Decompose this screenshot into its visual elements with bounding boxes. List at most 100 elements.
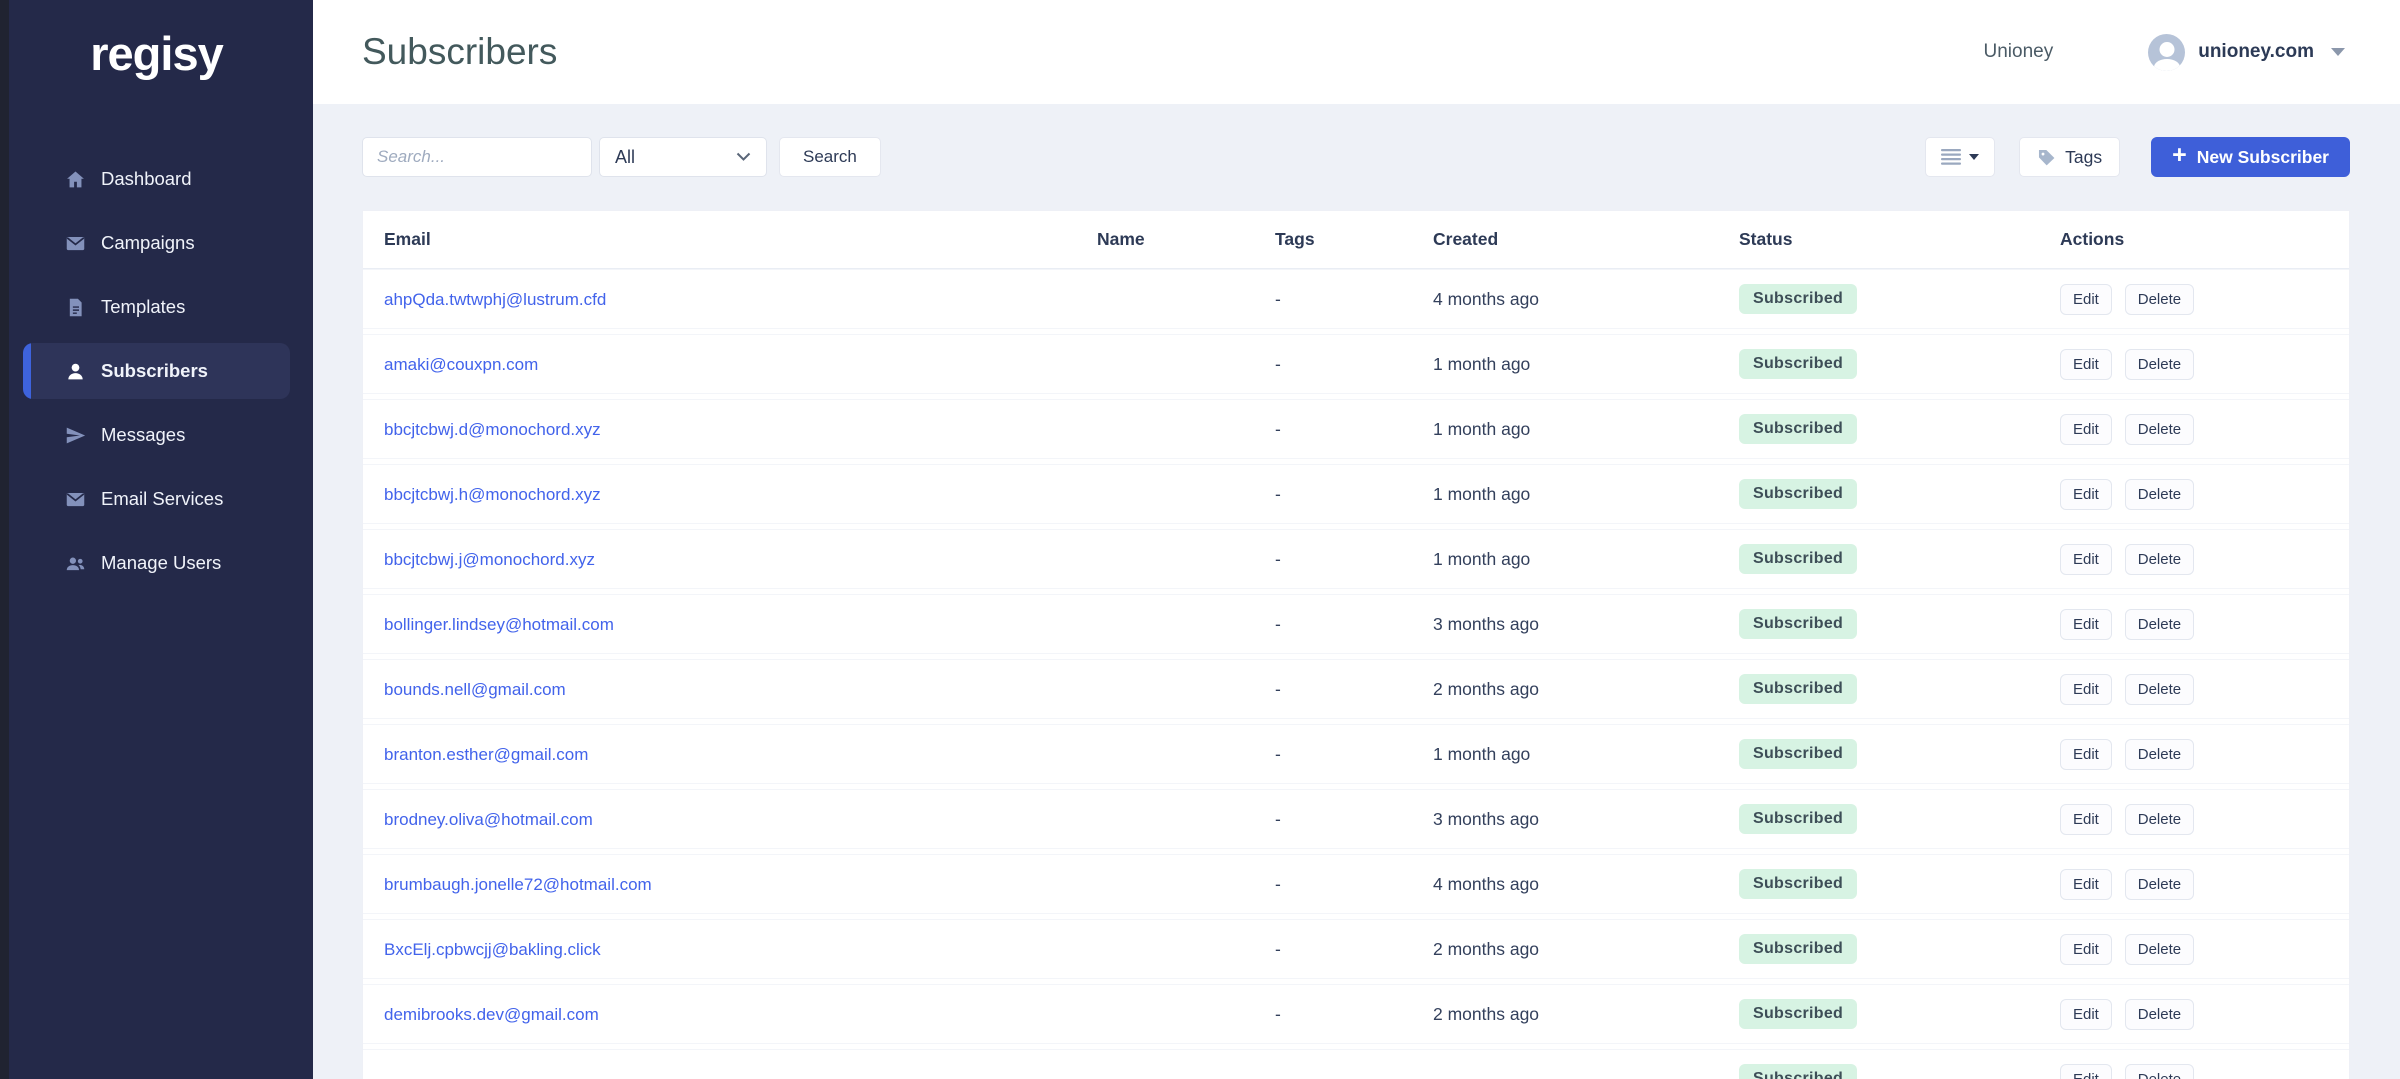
tags-cell: - [1254,744,1412,765]
edit-button[interactable]: Edit [2060,609,2112,640]
home-icon [63,169,87,190]
edit-button[interactable]: Edit [2060,284,2112,315]
created-cell: 2 months ago [1412,679,1718,700]
delete-button[interactable]: Delete [2125,544,2194,575]
tags-cell: - [1254,939,1412,960]
tags-cell: - [1254,484,1412,505]
edit-button[interactable]: Edit [2060,1064,2112,1079]
subscriber-email-link[interactable]: branton.esther@gmail.com [384,745,588,764]
delete-button[interactable]: Delete [2125,869,2194,900]
subscriber-email-link[interactable]: bounds.nell@gmail.com [384,680,566,699]
delete-button[interactable]: Delete [2125,674,2194,705]
content: All Search [313,104,2400,1079]
table-row: branton.esther@gmail.com - 1 month ago S… [363,724,2349,784]
delete-button[interactable]: Delete [2125,414,2194,445]
delete-button[interactable]: Delete [2125,284,2194,315]
subscriber-email-link[interactable]: BxcElj.cpbwcjj@bakling.click [384,940,601,959]
edit-button[interactable]: Edit [2060,349,2112,380]
status-badge: Subscribed [1739,479,1857,509]
sidebar-item-campaigns[interactable]: Campaigns [0,211,313,275]
search-input[interactable] [362,137,592,177]
subscriber-email-link[interactable]: amaki@couxpn.com [384,355,538,374]
subscriber-email-link[interactable]: brodney.oliva@hotmail.com [384,810,593,829]
tags-cell: - [1254,874,1412,895]
delete-button[interactable]: Delete [2125,934,2194,965]
table-row: Subscribed Edit Delete [363,1049,2349,1079]
sidebar-item-label: Email Services [101,488,223,510]
edit-button[interactable]: Edit [2060,999,2112,1030]
search-button[interactable]: Search [779,137,881,177]
subscriber-email-link[interactable]: brumbaugh.jonelle72@hotmail.com [384,875,652,894]
edit-button[interactable]: Edit [2060,869,2112,900]
edit-button[interactable]: Edit [2060,414,2112,445]
envelope-icon [63,489,87,510]
status-badge: Subscribed [1739,869,1857,899]
main-area: Subscribers Unioney unioney.com All [313,0,2400,1079]
column-header-created: Created [1412,229,1718,250]
column-header-status: Status [1718,229,2039,250]
new-subscriber-button[interactable]: + New Subscriber [2151,137,2350,177]
created-cell: 2 months ago [1412,939,1718,960]
delete-button[interactable]: Delete [2125,1064,2194,1079]
account-domain-menu[interactable]: unioney.com [2198,41,2314,63]
sidebar: regisy Dashboard Campaigns Templates Sub… [0,0,313,1079]
subscriber-email-link[interactable]: demibrooks.dev@gmail.com [384,1005,599,1024]
status-badge: Subscribed [1739,349,1857,379]
column-header-actions: Actions [2039,229,2349,250]
chevron-down-icon [736,152,751,162]
subscriber-email-link[interactable]: bbcjtcbwj.j@monochord.xyz [384,550,595,569]
status-badge: Subscribed [1739,284,1857,314]
created-cell: 1 month ago [1412,549,1718,570]
sidebar-item-messages[interactable]: Messages [0,403,313,467]
sidebar-item-dashboard[interactable]: Dashboard [0,147,313,211]
new-subscriber-label: New Subscriber [2197,147,2329,168]
sidebar-item-label: Messages [101,424,185,446]
delete-button[interactable]: Delete [2125,349,2194,380]
edit-button[interactable]: Edit [2060,674,2112,705]
edit-button[interactable]: Edit [2060,544,2112,575]
subscriber-email-link[interactable]: bbcjtcbwj.h@monochord.xyz [384,485,601,504]
filter-select[interactable]: All [599,137,767,177]
edit-button[interactable]: Edit [2060,739,2112,770]
caret-down-icon[interactable] [2331,48,2345,56]
tags-button[interactable]: Tags [2019,137,2120,177]
subscriber-email-link[interactable]: bbcjtcbwj.d@monochord.xyz [384,420,601,439]
delete-button[interactable]: Delete [2125,999,2194,1030]
page-title: Subscribers [362,31,557,73]
tags-cell: - [1254,679,1412,700]
sidebar-item-email-services[interactable]: Email Services [0,467,313,531]
created-cell: 1 month ago [1412,419,1718,440]
user-icon [63,361,87,382]
list-menu-button[interactable] [1925,137,1995,177]
subscriber-email-link[interactable]: bollinger.lindsey@hotmail.com [384,615,614,634]
subscriber-email-link[interactable]: ahpQda.twtwphj@lustrum.cfd [384,290,606,309]
edit-button[interactable]: Edit [2060,934,2112,965]
tags-cell: - [1254,419,1412,440]
table-row: bbcjtcbwj.j@monochord.xyz - 1 month ago … [363,529,2349,589]
column-header-name: Name [1076,229,1254,250]
window-edge [0,0,9,1079]
created-cell: 3 months ago [1412,809,1718,830]
edit-button[interactable]: Edit [2060,479,2112,510]
table-row: demibrooks.dev@gmail.com - 2 months ago … [363,984,2349,1044]
file-icon [63,297,87,318]
tags-button-label: Tags [2065,147,2102,168]
sidebar-item-manage-users[interactable]: Manage Users [0,531,313,595]
subscribers-table: EmailNameTagsCreatedStatusActions ahpQda… [362,210,2350,1079]
created-cell: 3 months ago [1412,614,1718,635]
account-name: Unioney [1984,41,2054,63]
tags-cell: - [1254,354,1412,375]
delete-button[interactable]: Delete [2125,479,2194,510]
delete-button[interactable]: Delete [2125,739,2194,770]
delete-button[interactable]: Delete [2125,804,2194,835]
sidebar-item-templates[interactable]: Templates [0,275,313,339]
sidebar-item-subscribers[interactable]: Subscribers [23,343,290,399]
edit-button[interactable]: Edit [2060,804,2112,835]
paper-plane-icon [63,425,87,446]
table-row: brodney.oliva@hotmail.com - 3 months ago… [363,789,2349,849]
delete-button[interactable]: Delete [2125,609,2194,640]
person-avatar-icon[interactable] [2148,34,2185,71]
created-cell: 2 months ago [1412,1004,1718,1025]
status-badge: Subscribed [1739,1064,1857,1079]
table-row: ahpQda.twtwphj@lustrum.cfd - 4 months ag… [363,269,2349,329]
